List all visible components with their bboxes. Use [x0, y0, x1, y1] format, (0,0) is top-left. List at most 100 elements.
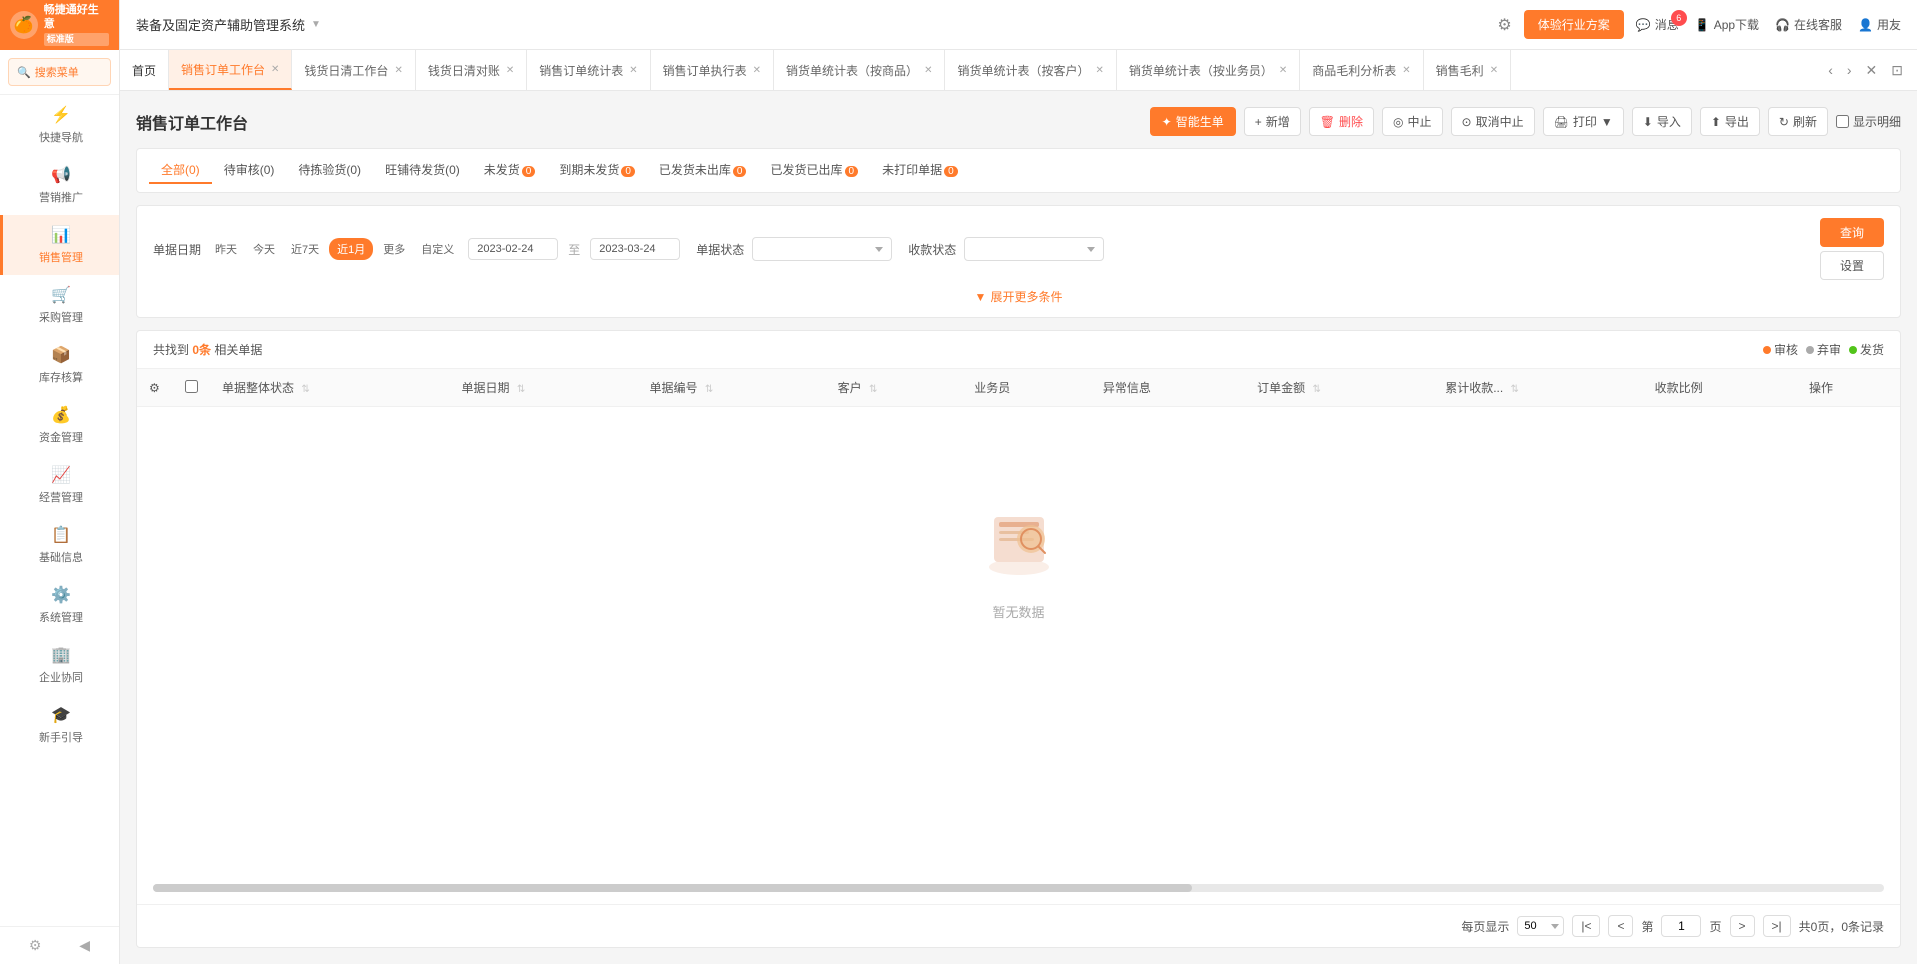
tab-close-icon[interactable]: ✕ [1402, 65, 1410, 76]
refresh-button[interactable]: ↻ 刷新 [1768, 107, 1828, 136]
filter-tab-pending-inspect[interactable]: 待拣验货(0) [286, 157, 373, 184]
page-actions: ✦ 智能生单 + 新增 🗑 删除 ◎ 中止 ⊙ 取消中止 [1150, 107, 1901, 136]
add-button[interactable]: + 新增 [1244, 107, 1301, 136]
export-button[interactable]: ⬆ 导出 [1700, 107, 1760, 136]
sidebar-item-purchase[interactable]: 🛒 采购管理 [0, 275, 119, 335]
filter-tab-overdue-not-shipped[interactable]: 到期未发货0 [547, 157, 647, 184]
collapse-icon[interactable]: ◀ [79, 937, 90, 954]
tab-close-icon[interactable]: ✕ [506, 65, 514, 76]
overdue-badge: 0 [621, 166, 635, 177]
tab-sales-summary-staff[interactable]: 销货单统计表（按业务员） ✕ [1117, 50, 1300, 90]
sidebar-item-system[interactable]: ⚙️ 系统管理 [0, 575, 119, 635]
smart-create-button[interactable]: ✦ 智能生单 [1150, 107, 1236, 136]
sidebar-item-label: 企业协同 [39, 669, 83, 685]
tab-nav-prev[interactable]: ‹ [1822, 58, 1839, 82]
settings-bottom-icon[interactable]: ⚙ [29, 937, 42, 954]
tab-label: 销售订单工作台 [181, 61, 265, 78]
scrollbar-thumb[interactable] [153, 884, 1192, 892]
tab-close-icon[interactable]: ✕ [924, 65, 932, 76]
pause-button[interactable]: ◎ 中止 [1382, 107, 1443, 136]
expand-conditions-button[interactable]: ▼ 展开更多条件 [975, 288, 1063, 305]
date-from-input[interactable] [468, 238, 558, 260]
sidebar-item-sales[interactable]: 📊 销售管理 [0, 215, 119, 275]
tab-cash-reconcile[interactable]: 钱货日清对账 ✕ [416, 50, 527, 90]
message-button[interactable]: 💬 消息 6 [1636, 16, 1679, 33]
tab-sales-order-workbench[interactable]: 销售订单工作台 ✕ [169, 50, 292, 90]
filter-tab-not-printed[interactable]: 未打印单据0 [870, 157, 970, 184]
sidebar-item-corp[interactable]: 🏢 企业协同 [0, 635, 119, 695]
payment-field: 收款状态 [908, 237, 1104, 261]
tab-sales-exec[interactable]: 销售订单执行表 ✕ [651, 50, 774, 90]
topbar-dropdown-icon[interactable]: ▼ [311, 19, 321, 30]
filter-tab-shipped-out[interactable]: 已发货已出库0 [758, 157, 870, 184]
payment-select[interactable] [964, 237, 1104, 261]
import-button[interactable]: ⬇ 导入 [1632, 107, 1692, 136]
date-btn-more[interactable]: 更多 [377, 238, 411, 260]
date-to-input[interactable] [590, 238, 680, 260]
date-btn-today[interactable]: 今天 [247, 238, 281, 260]
review-action-button[interactable]: 审核 [1763, 341, 1798, 358]
app-download-button[interactable]: 📱 App下载 [1695, 16, 1759, 33]
select-all-checkbox[interactable] [185, 380, 198, 393]
tab-close-icon[interactable]: ✕ [753, 65, 761, 76]
cancel-pause-button[interactable]: ⊙ 取消中止 [1451, 107, 1535, 136]
tab-cash-daily[interactable]: 钱货日清工作台 ✕ [292, 50, 415, 90]
horizontal-scrollbar[interactable] [153, 884, 1884, 892]
print-icon: 🖨 [1554, 115, 1569, 129]
user-button[interactable]: 👤 用友 [1858, 16, 1901, 33]
sidebar-item-inventory[interactable]: 📦 库存核算 [0, 335, 119, 395]
filter-tab-not-shipped[interactable]: 未发货0 [472, 157, 548, 184]
query-button[interactable]: 查询 [1820, 218, 1884, 247]
tab-close-icon[interactable]: ✕ [271, 64, 279, 75]
date-btn-custom[interactable]: 自定义 [415, 238, 460, 260]
page-number-input[interactable] [1661, 915, 1701, 937]
page-first-button[interactable]: |< [1572, 915, 1600, 937]
date-btn-7days[interactable]: 近7天 [285, 238, 325, 260]
sidebar-item-finance[interactable]: 💰 资金管理 [0, 395, 119, 455]
sidebar-item-operations[interactable]: 📈 经营管理 [0, 455, 119, 515]
tab-close-all[interactable]: ✕ [1860, 58, 1884, 83]
tab-sales-stats[interactable]: 销售订单统计表 ✕ [527, 50, 650, 90]
tab-nav-next[interactable]: › [1841, 58, 1858, 82]
tab-close-icon[interactable]: ✕ [1095, 65, 1103, 76]
page-prev-button[interactable]: < [1608, 915, 1633, 937]
solution-button[interactable]: 体验行业方案 [1524, 10, 1624, 39]
date-btn-1month[interactable]: 近1月 [329, 238, 373, 260]
tab-close-icon[interactable]: ✕ [394, 65, 402, 76]
setting-button[interactable]: 设置 [1820, 251, 1884, 280]
ship-action-button[interactable]: 发货 [1849, 341, 1884, 358]
tab-home[interactable]: 首页 [120, 50, 169, 90]
show-detail-checkbox[interactable] [1836, 115, 1849, 128]
delete-button[interactable]: 🗑 删除 [1309, 107, 1374, 136]
page-last-button[interactable]: >| [1763, 915, 1791, 937]
online-service-button[interactable]: 🎧 在线客服 [1775, 16, 1842, 33]
tab-close-icon[interactable]: ✕ [1490, 65, 1498, 76]
print-button[interactable]: 🖨 打印 ▼ [1543, 107, 1624, 136]
filter-tab-shipped-not-out[interactable]: 已发货未出库0 [647, 157, 759, 184]
tab-expand[interactable]: ⊡ [1885, 58, 1909, 83]
table-header: 共找到 0条 相关单据 审核 弃审 发货 [137, 331, 1900, 369]
status-select[interactable] [752, 237, 892, 261]
tab-close-icon[interactable]: ✕ [1279, 65, 1287, 76]
tab-sales-profit[interactable]: 销售毛利 ✕ [1424, 50, 1511, 90]
page-header: 销售订单工作台 ✦ 智能生单 + 新增 🗑 删除 ◎ 中止 [136, 107, 1901, 136]
cancel-review-action-button[interactable]: 弃审 [1806, 341, 1841, 358]
page-next-button[interactable]: > [1730, 915, 1755, 937]
page-size-select[interactable]: 50 100 200 [1517, 916, 1564, 936]
tab-close-icon[interactable]: ✕ [629, 65, 637, 76]
sidebar-item-basic[interactable]: 📋 基础信息 [0, 515, 119, 575]
filter-tab-pending-review[interactable]: 待审核(0) [212, 157, 287, 184]
tab-sales-summary-product[interactable]: 销货单统计表（按商品） ✕ [774, 50, 945, 90]
tab-sales-summary-customer[interactable]: 销货单统计表（按客户） ✕ [945, 50, 1116, 90]
search-menu-button[interactable]: 🔍 搜索菜单 [8, 58, 111, 86]
filter-tab-wangpu[interactable]: 旺铺待发货(0) [373, 157, 472, 184]
date-btn-yesterday[interactable]: 昨天 [209, 238, 243, 260]
tab-gross-margin[interactable]: 商品毛利分析表 ✕ [1300, 50, 1423, 90]
sidebar-item-guide[interactable]: 🎓 新手引导 [0, 695, 119, 755]
filter-tab-all[interactable]: 全部(0) [149, 157, 212, 184]
sidebar-item-quick[interactable]: ⚡ 快捷导航 [0, 95, 119, 155]
sidebar-item-marketing[interactable]: 📢 营销推广 [0, 155, 119, 215]
topbar-gear-icon[interactable]: ⚙ [1497, 15, 1511, 35]
pagination-total: 共0页，0条记录 [1799, 918, 1884, 935]
gear-icon[interactable]: ⚙ [149, 381, 160, 395]
